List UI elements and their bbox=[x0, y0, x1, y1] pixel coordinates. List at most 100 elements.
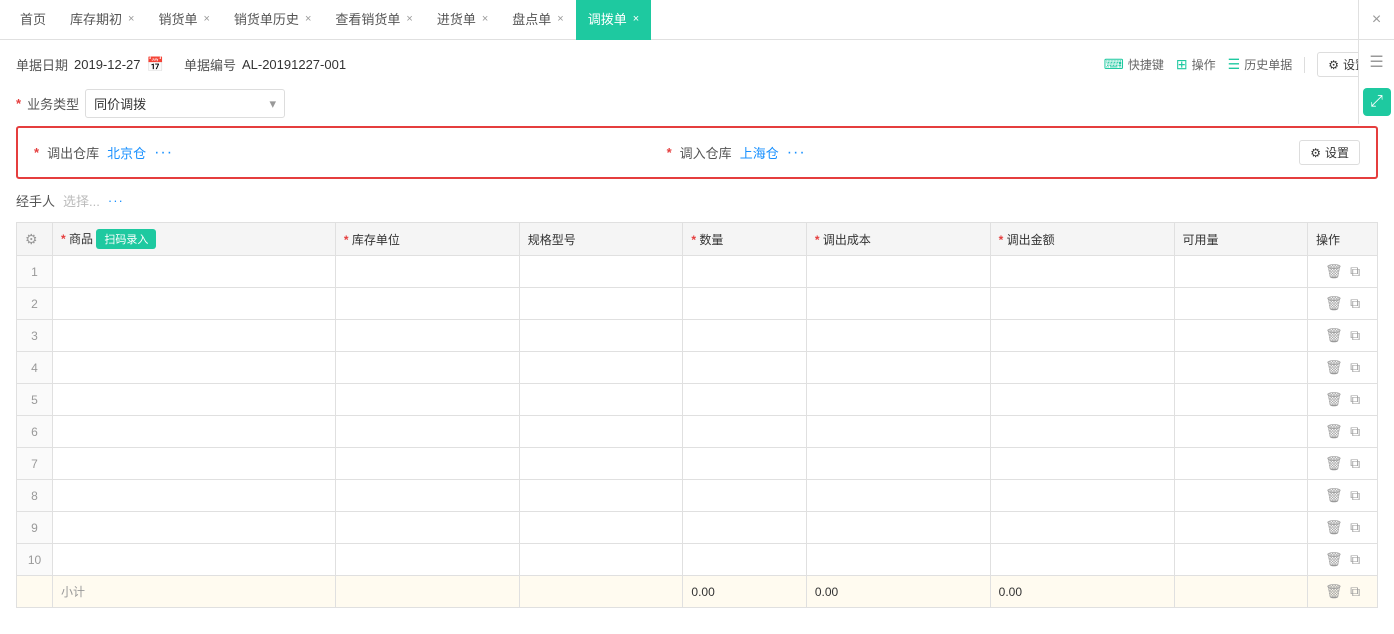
row-product-2[interactable] bbox=[53, 288, 336, 320]
tab-close-transfer[interactable]: × bbox=[633, 13, 639, 25]
person-more-btn[interactable]: ··· bbox=[108, 193, 124, 208]
row-product-4[interactable] bbox=[53, 352, 336, 384]
person-select[interactable]: 选择... bbox=[63, 191, 100, 210]
row-num-3: 3 bbox=[17, 320, 53, 352]
tab-stocktake[interactable]: 盘点单 × bbox=[500, 0, 575, 40]
row-copy-8[interactable]: ⧉ bbox=[1350, 487, 1360, 503]
row-spec-2 bbox=[519, 288, 683, 320]
tab-home[interactable]: 首页 bbox=[8, 0, 58, 40]
date-value: 2019-12-27 bbox=[74, 57, 141, 72]
row-copy-6[interactable]: ⧉ bbox=[1350, 423, 1360, 439]
tab-inventory-init[interactable]: 库存期初 × bbox=[58, 0, 146, 40]
row-num-2: 2 bbox=[17, 288, 53, 320]
row-unit-5 bbox=[335, 384, 519, 416]
row-op-7: 🗑 ⧉ bbox=[1308, 448, 1378, 480]
row-product-10[interactable] bbox=[53, 544, 336, 576]
row-delete-4[interactable]: 🗑 bbox=[1325, 359, 1343, 375]
row-spec-6 bbox=[519, 416, 683, 448]
row-amount-5 bbox=[990, 384, 1174, 416]
tab-bar-close-button[interactable]: × bbox=[1358, 0, 1394, 40]
tab-close-purchase[interactable]: × bbox=[482, 13, 488, 25]
row-product-3[interactable] bbox=[53, 320, 336, 352]
row-spec-1 bbox=[519, 256, 683, 288]
row-delete-2[interactable]: 🗑 bbox=[1325, 295, 1343, 311]
transfer-in-more-btn[interactable]: ··· bbox=[787, 144, 806, 162]
row-qty-3 bbox=[683, 320, 806, 352]
table-gear-icon[interactable]: ⚙ bbox=[25, 231, 38, 247]
no-group: 单据编号 AL-20191227-001 bbox=[184, 55, 346, 74]
tab-view-sales[interactable]: 查看销货单 × bbox=[323, 0, 424, 40]
row-delete-5[interactable]: 🗑 bbox=[1325, 391, 1343, 407]
tab-close-inventory-init[interactable]: × bbox=[128, 13, 134, 25]
sidebar-list-icon[interactable]: ☰ bbox=[1363, 48, 1391, 76]
business-value: 同价调拨 bbox=[94, 94, 146, 113]
row-copy-5[interactable]: ⧉ bbox=[1350, 391, 1360, 407]
scan-button[interactable]: 扫码录入 bbox=[96, 229, 156, 249]
row-product-1[interactable] bbox=[53, 256, 336, 288]
tab-close-sales-history[interactable]: × bbox=[305, 13, 311, 25]
row-product-8[interactable] bbox=[53, 480, 336, 512]
row-delete-1[interactable]: 🗑 bbox=[1325, 263, 1343, 279]
row-cost-1 bbox=[806, 256, 990, 288]
row-op-6: 🗑 ⧉ bbox=[1308, 416, 1378, 448]
row-delete-9[interactable]: 🗑 bbox=[1325, 519, 1343, 535]
th-gear[interactable]: ⚙ bbox=[17, 223, 53, 256]
business-required-star: * bbox=[16, 96, 21, 111]
calendar-icon[interactable]: 📅 bbox=[147, 56, 164, 73]
subtotal-delete-icon[interactable]: 🗑 bbox=[1325, 583, 1343, 599]
th-amount: * 调出金额 bbox=[990, 223, 1174, 256]
row-copy-1[interactable]: ⧉ bbox=[1350, 263, 1360, 279]
row-spec-9 bbox=[519, 512, 683, 544]
history-btn[interactable]: ☰ 历史单据 bbox=[1228, 56, 1293, 73]
row-product-7[interactable] bbox=[53, 448, 336, 480]
history-icon: ☰ bbox=[1228, 56, 1241, 73]
transfer-in-required: * bbox=[667, 145, 672, 160]
tab-close-stocktake[interactable]: × bbox=[557, 13, 563, 25]
row-cost-7 bbox=[806, 448, 990, 480]
tab-close-view-sales[interactable]: × bbox=[406, 13, 412, 25]
row-copy-4[interactable]: ⧉ bbox=[1350, 359, 1360, 375]
row-delete-10[interactable]: 🗑 bbox=[1325, 551, 1343, 567]
transfer-out-group: * 调出仓库 北京仓 ··· bbox=[34, 143, 667, 162]
business-select[interactable]: 同价调拨 ▾ bbox=[85, 89, 285, 118]
row-copy-3[interactable]: ⧉ bbox=[1350, 327, 1360, 343]
tab-sales-order[interactable]: 销货单 × bbox=[146, 0, 221, 40]
tab-sales-history[interactable]: 销货单历史 × bbox=[222, 0, 323, 40]
operation-btn[interactable]: ⊞ 操作 bbox=[1176, 56, 1216, 73]
row-op-8: 🗑 ⧉ bbox=[1308, 480, 1378, 512]
row-delete-7[interactable]: 🗑 bbox=[1325, 455, 1343, 471]
tab-close-sales-order[interactable]: × bbox=[203, 13, 209, 25]
row-copy-2[interactable]: ⧉ bbox=[1350, 295, 1360, 311]
tab-transfer[interactable]: 调拨单 × bbox=[576, 0, 651, 40]
row-product-5[interactable] bbox=[53, 384, 336, 416]
transfer-in-label: 调入仓库 bbox=[680, 143, 732, 162]
row-op-9: 🗑 ⧉ bbox=[1308, 512, 1378, 544]
transfer-out-required: * bbox=[34, 145, 39, 160]
th-amount-required: * bbox=[999, 233, 1004, 247]
sidebar-expand-icon[interactable]: ⤢ bbox=[1363, 88, 1391, 116]
warehouse-setting-button[interactable]: ⚙ 设置 bbox=[1299, 140, 1360, 165]
tab-purchase[interactable]: 进货单 × bbox=[425, 0, 500, 40]
row-delete-3[interactable]: 🗑 bbox=[1325, 327, 1343, 343]
row-copy-9[interactable]: ⧉ bbox=[1350, 519, 1360, 535]
row-spec-3 bbox=[519, 320, 683, 352]
transfer-in-value: 上海仓 bbox=[740, 143, 779, 162]
warehouse-section: * 调出仓库 北京仓 ··· * 调入仓库 上海仓 ··· ⚙ 设置 bbox=[16, 126, 1378, 179]
row-delete-6[interactable]: 🗑 bbox=[1325, 423, 1343, 439]
row-product-6[interactable] bbox=[53, 416, 336, 448]
shortcut-btn[interactable]: ⌨ 快捷键 bbox=[1104, 56, 1164, 73]
th-product: * 商品 扫码录入 bbox=[53, 223, 336, 256]
row-qty-4 bbox=[683, 352, 806, 384]
transfer-out-more-btn[interactable]: ··· bbox=[154, 144, 173, 162]
row-amount-7 bbox=[990, 448, 1174, 480]
subtotal-unit-cell bbox=[335, 576, 519, 608]
row-copy-10[interactable]: ⧉ bbox=[1350, 551, 1360, 567]
row-delete-8[interactable]: 🗑 bbox=[1325, 487, 1343, 503]
row-copy-7[interactable]: ⧉ bbox=[1350, 455, 1360, 471]
row-product-9[interactable] bbox=[53, 512, 336, 544]
row-unit-2 bbox=[335, 288, 519, 320]
subtotal-copy-icon[interactable]: ⧉ bbox=[1350, 583, 1360, 599]
row-avail-6 bbox=[1174, 416, 1308, 448]
row-op-1: 🗑 ⧉ bbox=[1308, 256, 1378, 288]
no-label: 单据编号 bbox=[184, 55, 236, 74]
